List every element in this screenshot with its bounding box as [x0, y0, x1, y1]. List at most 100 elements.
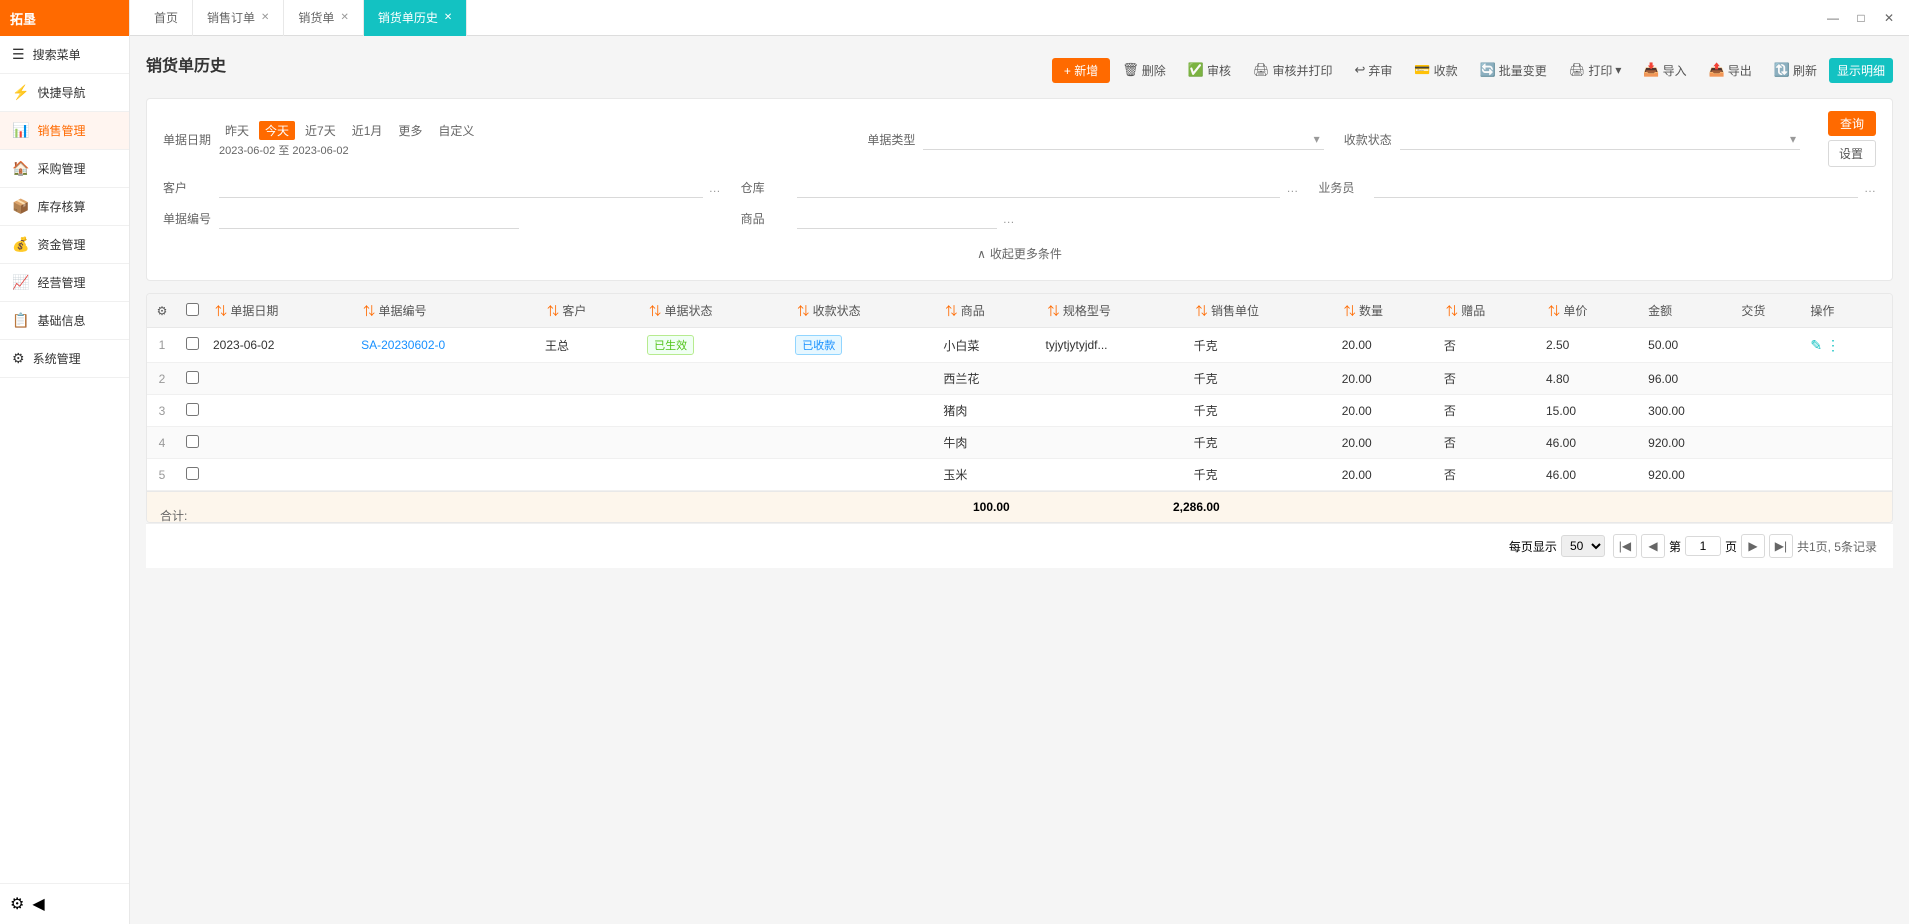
page-number-input[interactable]: [1685, 536, 1721, 556]
collapse-sidebar-icon[interactable]: ◀: [32, 894, 44, 914]
filter-warehouse-input[interactable]: [797, 177, 1281, 198]
print-button[interactable]: 🖨 打印 ▾: [1559, 58, 1632, 83]
filter-salesperson-input[interactable]: [1374, 177, 1858, 198]
date-chip-custom[interactable]: 自定义: [432, 121, 480, 140]
sidebar-item-purchase[interactable]: 🏠 采购管理: [0, 150, 129, 188]
export-button[interactable]: 📤 导出: [1699, 58, 1762, 83]
row-docno[interactable]: [355, 363, 539, 395]
row-price: 4.80: [1540, 363, 1642, 395]
row-docno[interactable]: SA-20230602-0: [355, 328, 539, 363]
sort-qty-icon[interactable]: ⇅: [1344, 304, 1356, 318]
page-label: 第: [1669, 538, 1681, 555]
tab-sales-slip[interactable]: 销货单 ✕: [284, 0, 363, 36]
tab-sales-order[interactable]: 销售订单 ✕: [193, 0, 284, 36]
tab-home[interactable]: 首页: [140, 0, 193, 36]
sidebar-item-quick-nav[interactable]: ⚡ 快捷导航: [0, 74, 129, 112]
row-checkbox[interactable]: [177, 328, 207, 363]
import-button[interactable]: 📥 导入: [1633, 58, 1696, 83]
sidebar-item-sales[interactable]: 📊 销售管理: [0, 112, 129, 150]
abandon-button[interactable]: ↩ 弃审: [1344, 58, 1402, 83]
collect-status-chevron-icon[interactable]: ▾: [1790, 132, 1796, 146]
refresh-button[interactable]: 🔃 刷新: [1764, 58, 1827, 83]
review-print-button[interactable]: 🖨 审核并打印: [1243, 58, 1343, 83]
sidebar-item-system[interactable]: ⚙ 系统管理: [0, 340, 129, 378]
row-more-btn[interactable]: ⋮: [1826, 337, 1840, 353]
tab-sales-history[interactable]: 销货单历史 ✕: [364, 0, 467, 36]
filter-goods-label: 商品: [741, 210, 791, 227]
col-unit: ⇅ 销售单位: [1188, 294, 1336, 328]
row-doc-status: [641, 395, 789, 427]
filter-warehouse-dots[interactable]: …: [1286, 181, 1298, 195]
tab-minimize-btn[interactable]: —: [1823, 8, 1843, 28]
sidebar-item-search[interactable]: ☰ 搜索菜单: [0, 36, 129, 74]
doc-type-chevron-icon[interactable]: ▾: [1314, 132, 1320, 146]
filter-row-1: 单据日期 昨天 今天 近7天 近1月 更多 自定义 2023-06-02 至 2…: [163, 111, 1876, 167]
query-button[interactable]: 查询: [1828, 111, 1876, 136]
sort-goods-icon[interactable]: ⇅: [945, 304, 957, 318]
row-checkbox[interactable]: [177, 427, 207, 459]
display-detail-button[interactable]: 显示明细: [1829, 58, 1893, 83]
review-button[interactable]: ✅ 审核: [1178, 58, 1241, 83]
per-page-label: 每页显示: [1509, 538, 1557, 555]
filter-collect-status-select[interactable]: ▾: [1400, 129, 1800, 150]
date-chip-7days[interactable]: 近7天: [299, 121, 342, 140]
tab-close-btn[interactable]: ✕: [1879, 8, 1899, 28]
collect-button[interactable]: 💳 收款: [1404, 58, 1467, 83]
date-chip-1month[interactable]: 近1月: [346, 121, 389, 140]
sort-gift-icon[interactable]: ⇅: [1446, 304, 1458, 318]
row-checkbox[interactable]: [177, 363, 207, 395]
row-index: 4: [147, 427, 177, 459]
tab-sales-order-close[interactable]: ✕: [261, 12, 269, 23]
sort-unit-icon[interactable]: ⇅: [1196, 304, 1208, 318]
filter-goods-input[interactable]: [797, 208, 997, 229]
settings-button[interactable]: 设置: [1828, 140, 1876, 167]
filter-collect-status-input[interactable]: [1404, 132, 1790, 146]
sort-collectstatus-icon[interactable]: ⇅: [797, 304, 809, 318]
filter-docno-input[interactable]: [219, 208, 519, 229]
sort-docno-icon[interactable]: ⇅: [363, 304, 375, 318]
settings-col-icon[interactable]: ⚙: [157, 304, 168, 318]
date-chip-more[interactable]: 更多: [392, 121, 428, 140]
row-gift: 否: [1438, 328, 1540, 363]
new-button[interactable]: + 新增: [1052, 58, 1110, 83]
delete-button[interactable]: 🗑 删除: [1112, 58, 1176, 83]
row-checkbox[interactable]: [177, 395, 207, 427]
page-prev-btn[interactable]: ◀: [1641, 534, 1665, 558]
filter-customer-dots[interactable]: …: [709, 181, 721, 195]
filter-doc-type-input[interactable]: [927, 132, 1313, 146]
page-first-btn[interactable]: |◀: [1613, 534, 1637, 558]
settings-bottom-icon[interactable]: ⚙: [10, 894, 24, 914]
select-all-checkbox[interactable]: [186, 303, 199, 316]
sort-spec-icon[interactable]: ⇅: [1048, 304, 1060, 318]
row-docno[interactable]: [355, 459, 539, 491]
row-edit-btn[interactable]: ✎: [1810, 337, 1822, 353]
batch-change-button[interactable]: 🔄 批量变更: [1470, 58, 1557, 83]
tab-maximize-btn[interactable]: □: [1851, 8, 1871, 28]
sidebar-item-finance[interactable]: 💰 资金管理: [0, 226, 129, 264]
sidebar-item-inventory[interactable]: 📦 库存核算: [0, 188, 129, 226]
ops-icon: 📈: [12, 274, 29, 291]
row-action: [1804, 395, 1892, 427]
collapse-btn[interactable]: ∧ 收起更多条件: [163, 239, 1876, 268]
date-chip-yesterday[interactable]: 昨天: [219, 121, 255, 140]
sort-customer-icon[interactable]: ⇅: [547, 304, 559, 318]
page-next-btn[interactable]: ▶: [1741, 534, 1765, 558]
filter-goods-dots[interactable]: …: [1003, 212, 1015, 226]
filter-doc-type-select[interactable]: ▾: [923, 129, 1323, 150]
filter-customer-input[interactable]: [219, 177, 703, 198]
sidebar-item-ops[interactable]: 📈 经营管理: [0, 264, 129, 302]
tab-sales-slip-close[interactable]: ✕: [340, 12, 348, 23]
tab-sales-history-close[interactable]: ✕: [444, 12, 452, 23]
filter-salesperson-dots[interactable]: …: [1864, 181, 1876, 195]
sort-price-icon[interactable]: ⇅: [1548, 304, 1560, 318]
sidebar-item-basic-info[interactable]: 📋 基础信息: [0, 302, 129, 340]
page-last-btn[interactable]: ▶|: [1769, 534, 1793, 558]
row-docno[interactable]: [355, 395, 539, 427]
row-checkbox[interactable]: [177, 459, 207, 491]
sort-docstatus-icon[interactable]: ⇅: [649, 304, 661, 318]
date-chip-today[interactable]: 今天: [259, 121, 295, 140]
collect-icon: 💳: [1414, 62, 1430, 78]
per-page-select[interactable]: 50: [1561, 535, 1605, 557]
row-docno[interactable]: [355, 427, 539, 459]
sort-date-icon[interactable]: ⇅: [215, 304, 227, 318]
